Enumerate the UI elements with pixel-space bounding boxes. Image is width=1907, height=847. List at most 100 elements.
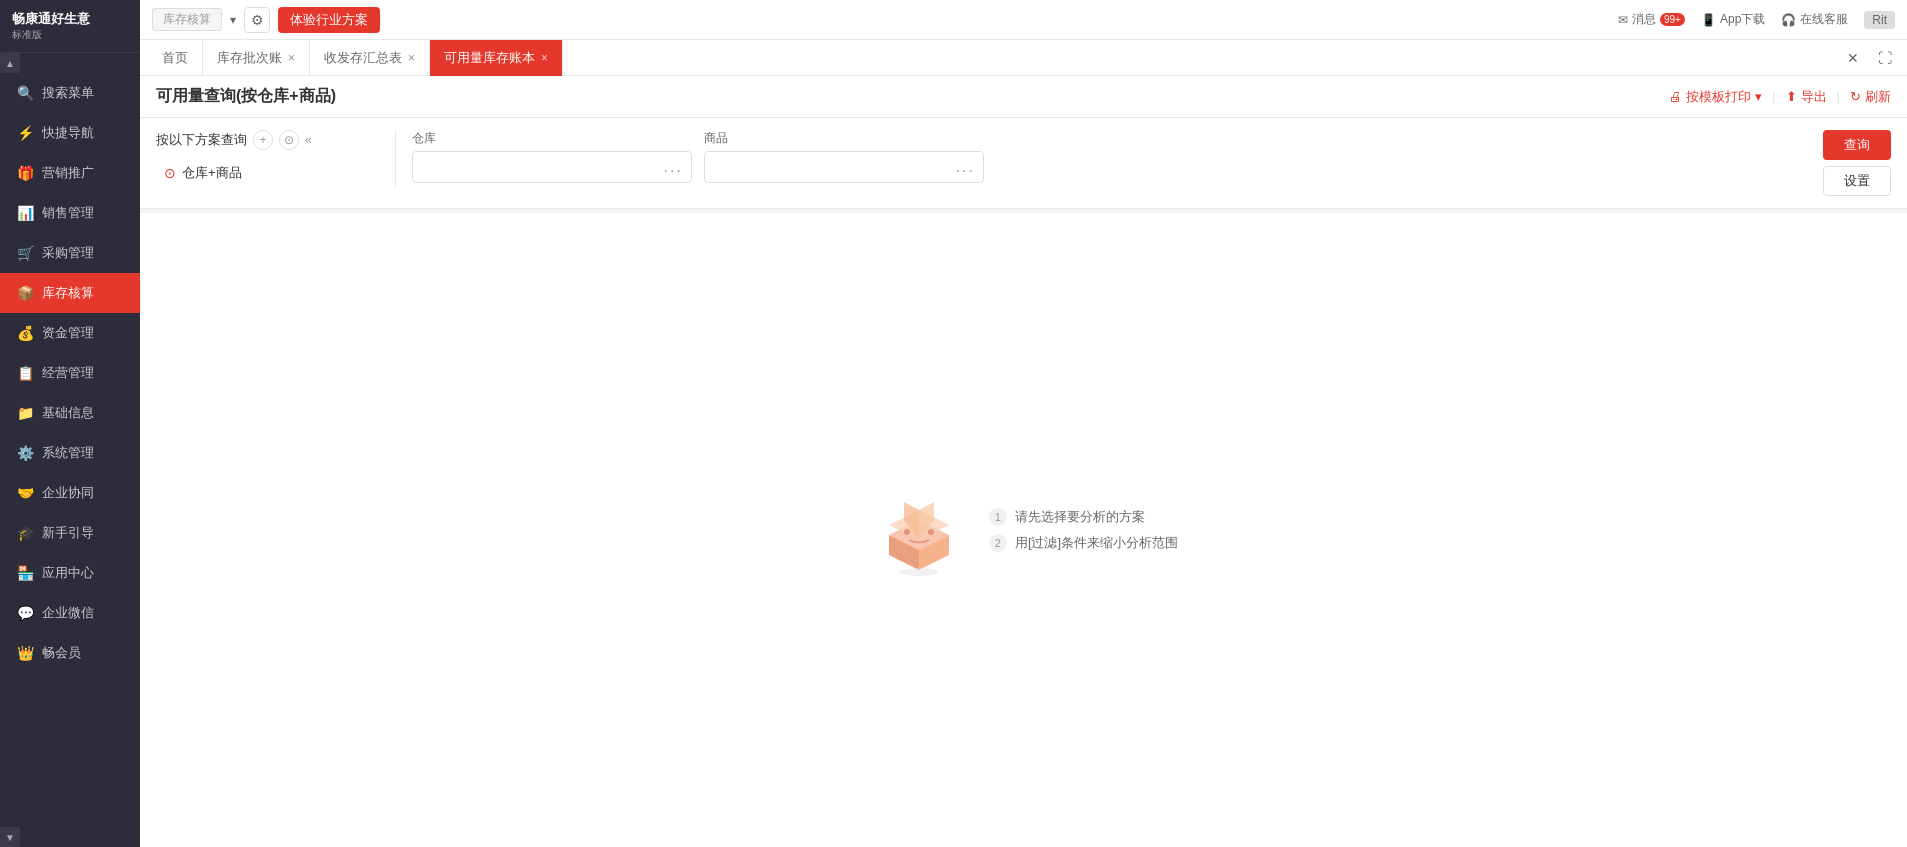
goods-input-wrapper: ... — [704, 151, 984, 183]
svg-point-8 — [899, 568, 939, 576]
export-button[interactable]: ⬆ 导出 — [1786, 88, 1827, 106]
breadcrumb-dropdown[interactable]: ▾ — [230, 13, 236, 27]
sidebar-item-label: 系统管理 — [42, 444, 94, 462]
tip-num-1: 1 — [989, 508, 1007, 526]
tab-batch-ledger-close[interactable]: × — [288, 52, 295, 64]
sidebar-item-shortcut[interactable]: ⚡ 快捷导航 — [0, 113, 140, 153]
sidebar-item-system[interactable]: ⚙️ 系统管理 — [0, 433, 140, 473]
message-button[interactable]: ✉ 消息 99+ — [1618, 11, 1685, 28]
settings-scheme-button[interactable]: ⊙ — [279, 130, 299, 150]
sidebar-item-label: 采购管理 — [42, 244, 94, 262]
message-label: 消息 — [1632, 11, 1656, 28]
refresh-button[interactable]: ↻ 刷新 — [1850, 88, 1891, 106]
marketing-nav-icon: 🎁 — [16, 165, 34, 181]
scheme-title: 按以下方案查询 — [156, 131, 247, 149]
sidebar-item-inventory[interactable]: 📦 库存核算 — [0, 273, 140, 313]
message-icon: ✉ — [1618, 13, 1628, 27]
warehouse-filter-field: 仓库 ... — [412, 130, 692, 183]
sidebar-item-label: 营销推广 — [42, 164, 94, 182]
scheme-item-icon: ⊙ — [164, 165, 176, 181]
sidebar-item-apps[interactable]: 🏪 应用中心 — [0, 553, 140, 593]
tip-text-2: 用[过滤]条件来缩小分析范围 — [1015, 534, 1178, 552]
filter-area: 按以下方案查询 + ⊙ « ⊙ 仓库+商品 仓库 ... — [140, 118, 1907, 209]
purchase-nav-icon: 🛒 — [16, 245, 34, 261]
sidebar-item-corp[interactable]: 🤝 企业协同 — [0, 473, 140, 513]
tab-home-label: 首页 — [162, 49, 188, 67]
svg-point-7 — [928, 529, 934, 535]
filter-settings-button[interactable]: 设置 — [1823, 166, 1891, 196]
finance-nav-icon: 💰 — [16, 325, 34, 341]
warehouse-more-button[interactable]: ... — [664, 158, 683, 176]
sales-nav-icon: 📊 — [16, 205, 34, 221]
sidebar-item-guide[interactable]: 🎓 新手引导 — [0, 513, 140, 553]
user-avatar[interactable]: Rit — [1864, 11, 1895, 29]
sidebar-item-finance[interactable]: 💰 资金管理 — [0, 313, 140, 353]
tab-batch-ledger-label: 库存批次账 — [217, 49, 282, 67]
customer-service-button[interactable]: 🎧 在线客服 — [1781, 11, 1848, 28]
sidebar-item-label: 企业微信 — [42, 604, 94, 622]
warehouse-input-wrapper: ... — [412, 151, 692, 183]
tab-maximize-button[interactable]: ⛶ — [1871, 44, 1899, 72]
tab-bar: 首页 库存批次账 × 收发存汇总表 × 可用量库存账本 × ✕ ⛶ — [140, 40, 1907, 76]
top-header: 库存核算 ▾ ⚙ 体验行业方案 ✉ 消息 99+ 📱 App下载 🎧 在线客服 … — [140, 0, 1907, 40]
print-label: 按模板打印 — [1686, 88, 1751, 106]
scheme-panel: 按以下方案查询 + ⊙ « ⊙ 仓库+商品 — [156, 130, 396, 188]
collapse-scheme-button[interactable]: « — [305, 133, 312, 147]
sidebar-item-sales[interactable]: 📊 销售管理 — [0, 193, 140, 233]
tab-receipt-summary[interactable]: 收发存汇总表 × — [310, 40, 430, 76]
tab-receipt-summary-label: 收发存汇总表 — [324, 49, 402, 67]
goods-filter-field: 商品 ... — [704, 130, 984, 183]
empty-state: 1 请先选择要分析的方案 2 用[过滤]条件来缩小分析范围 — [140, 213, 1907, 847]
tab-available-ledger[interactable]: 可用量库存账本 × — [430, 40, 563, 76]
app-download-button[interactable]: 📱 App下载 — [1701, 11, 1765, 28]
tab-receipt-summary-close[interactable]: × — [408, 52, 415, 64]
tab-available-ledger-close[interactable]: × — [541, 52, 548, 64]
sidebar-item-marketing[interactable]: 🎁 营销推广 — [0, 153, 140, 193]
warehouse-input[interactable] — [421, 160, 664, 175]
empty-tips: 1 请先选择要分析的方案 2 用[过滤]条件来缩小分析范围 — [989, 508, 1178, 552]
tab-home[interactable]: 首页 — [148, 40, 203, 76]
scheme-header: 按以下方案查询 + ⊙ « — [156, 130, 383, 150]
goods-more-button[interactable]: ... — [956, 158, 975, 176]
message-badge: 99+ — [1660, 13, 1685, 26]
sidebar-item-basic[interactable]: 📁 基础信息 — [0, 393, 140, 433]
sidebar-item-label: 企业协同 — [42, 484, 94, 502]
inventory-nav-icon: 📦 — [16, 285, 34, 301]
sidebar-item-label: 资金管理 — [42, 324, 94, 342]
goods-input[interactable] — [713, 160, 956, 175]
sidebar-item-operation[interactable]: 📋 经营管理 — [0, 353, 140, 393]
app-download-label: App下载 — [1720, 11, 1765, 28]
sidebar-nav: 🔍 搜索菜单 ⚡ 快捷导航 🎁 营销推广 📊 销售管理 🛒 采购管理 📦 库存核… — [0, 73, 140, 827]
sidebar-scroll-down[interactable]: ▼ — [0, 827, 20, 847]
sidebar-item-label: 基础信息 — [42, 404, 94, 422]
query-button[interactable]: 查询 — [1823, 130, 1891, 160]
sidebar-item-purchase[interactable]: 🛒 采购管理 — [0, 233, 140, 273]
print-dropdown-icon: ▾ — [1755, 89, 1762, 104]
scheme-warehouse-goods[interactable]: ⊙ 仓库+商品 — [156, 158, 383, 188]
sidebar-item-label: 经营管理 — [42, 364, 94, 382]
sidebar-item-search[interactable]: 🔍 搜索菜单 — [0, 73, 140, 113]
app-logo: 畅康通好生意 标准版 — [0, 0, 140, 53]
sidebar-item-label: 畅会员 — [42, 644, 81, 662]
empty-illustration — [869, 480, 969, 580]
page-content: 可用量查询(按仓库+商品) 🖨 按模板打印 ▾ | ⬆ 导出 | ↻ 刷新 — [140, 76, 1907, 847]
app-download-icon: 📱 — [1701, 13, 1716, 27]
sidebar-scroll-up[interactable]: ▲ — [0, 53, 20, 73]
export-icon: ⬆ — [1786, 89, 1797, 104]
gear-button[interactable]: ⚙ — [244, 7, 270, 33]
page-actions: 🖨 按模板打印 ▾ | ⬆ 导出 | ↻ 刷新 — [1669, 88, 1891, 106]
page-header: 可用量查询(按仓库+商品) 🖨 按模板打印 ▾ | ⬆ 导出 | ↻ 刷新 — [140, 76, 1907, 118]
member-nav-icon: 👑 — [16, 645, 34, 661]
refresh-label: 刷新 — [1865, 88, 1891, 106]
print-template-button[interactable]: 🖨 按模板打印 ▾ — [1669, 88, 1762, 106]
add-scheme-button[interactable]: + — [253, 130, 273, 150]
industry-solution-button[interactable]: 体验行业方案 — [278, 7, 380, 33]
tab-close-all-button[interactable]: ✕ — [1839, 44, 1867, 72]
tip-text-1: 请先选择要分析的方案 — [1015, 508, 1145, 526]
empty-box-svg — [869, 480, 969, 580]
search-nav-icon: 🔍 — [16, 85, 34, 101]
main-area: 库存核算 ▾ ⚙ 体验行业方案 ✉ 消息 99+ 📱 App下载 🎧 在线客服 … — [140, 0, 1907, 847]
tab-batch-ledger[interactable]: 库存批次账 × — [203, 40, 310, 76]
sidebar-item-wechat[interactable]: 💬 企业微信 — [0, 593, 140, 633]
sidebar-item-member[interactable]: 👑 畅会员 — [0, 633, 140, 673]
